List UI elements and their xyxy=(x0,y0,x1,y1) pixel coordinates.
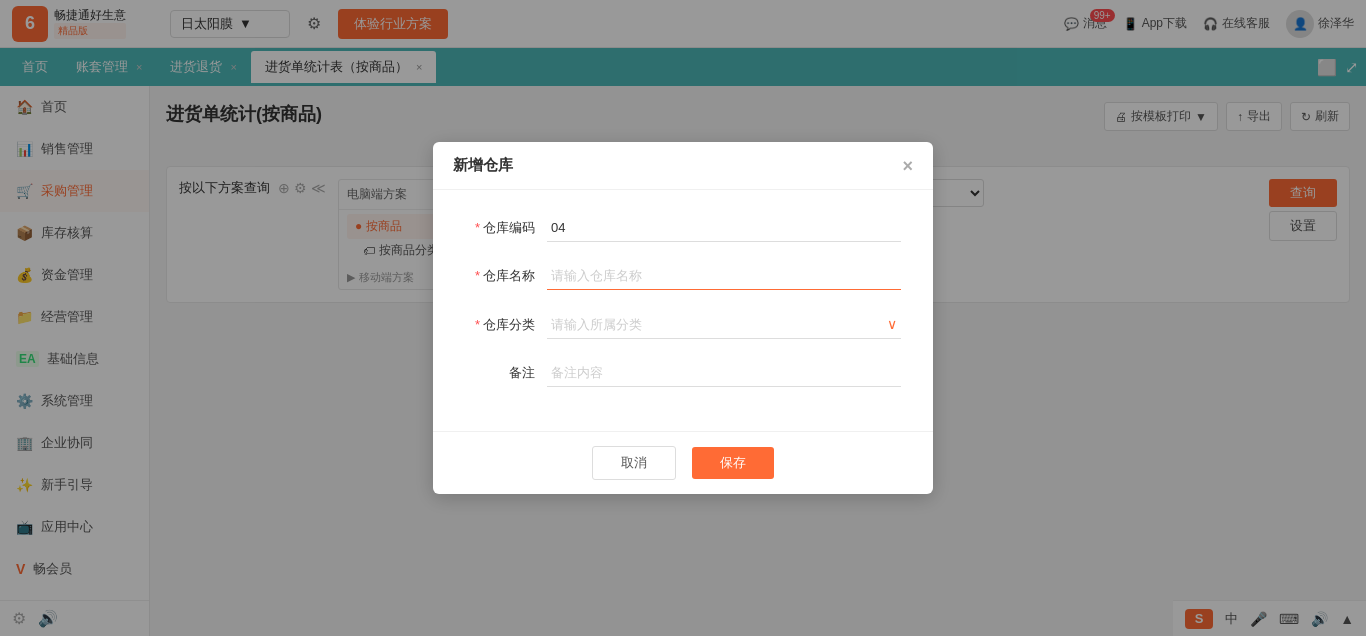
note-label: 备注 xyxy=(465,364,535,382)
form-row-category: 仓库分类 ∨ xyxy=(465,310,901,339)
note-input[interactable] xyxy=(547,359,901,387)
new-warehouse-dialog: 新增仓库 × 仓库编码 仓库名称 仓库分类 ∨ xyxy=(433,142,933,494)
dialog-footer: 取消 保存 xyxy=(433,431,933,494)
category-select-wrapper: ∨ xyxy=(547,310,901,339)
name-label: 仓库名称 xyxy=(465,267,535,285)
form-row-note: 备注 xyxy=(465,359,901,387)
category-label: 仓库分类 xyxy=(465,316,535,334)
save-button[interactable]: 保存 xyxy=(692,447,774,479)
modal-overlay[interactable]: 新增仓库 × 仓库编码 仓库名称 仓库分类 ∨ xyxy=(0,0,1366,636)
category-input[interactable] xyxy=(551,317,887,332)
name-input[interactable] xyxy=(547,262,901,290)
code-input[interactable] xyxy=(547,214,901,242)
dialog-body: 仓库编码 仓库名称 仓库分类 ∨ 备注 xyxy=(433,190,933,431)
form-row-name: 仓库名称 xyxy=(465,262,901,290)
category-dropdown-icon[interactable]: ∨ xyxy=(887,316,897,332)
form-row-code: 仓库编码 xyxy=(465,214,901,242)
cancel-button[interactable]: 取消 xyxy=(592,446,676,480)
code-label: 仓库编码 xyxy=(465,219,535,237)
dialog-close-button[interactable]: × xyxy=(902,157,913,175)
dialog-title: 新增仓库 xyxy=(453,156,513,175)
dialog-header: 新增仓库 × xyxy=(433,142,933,190)
